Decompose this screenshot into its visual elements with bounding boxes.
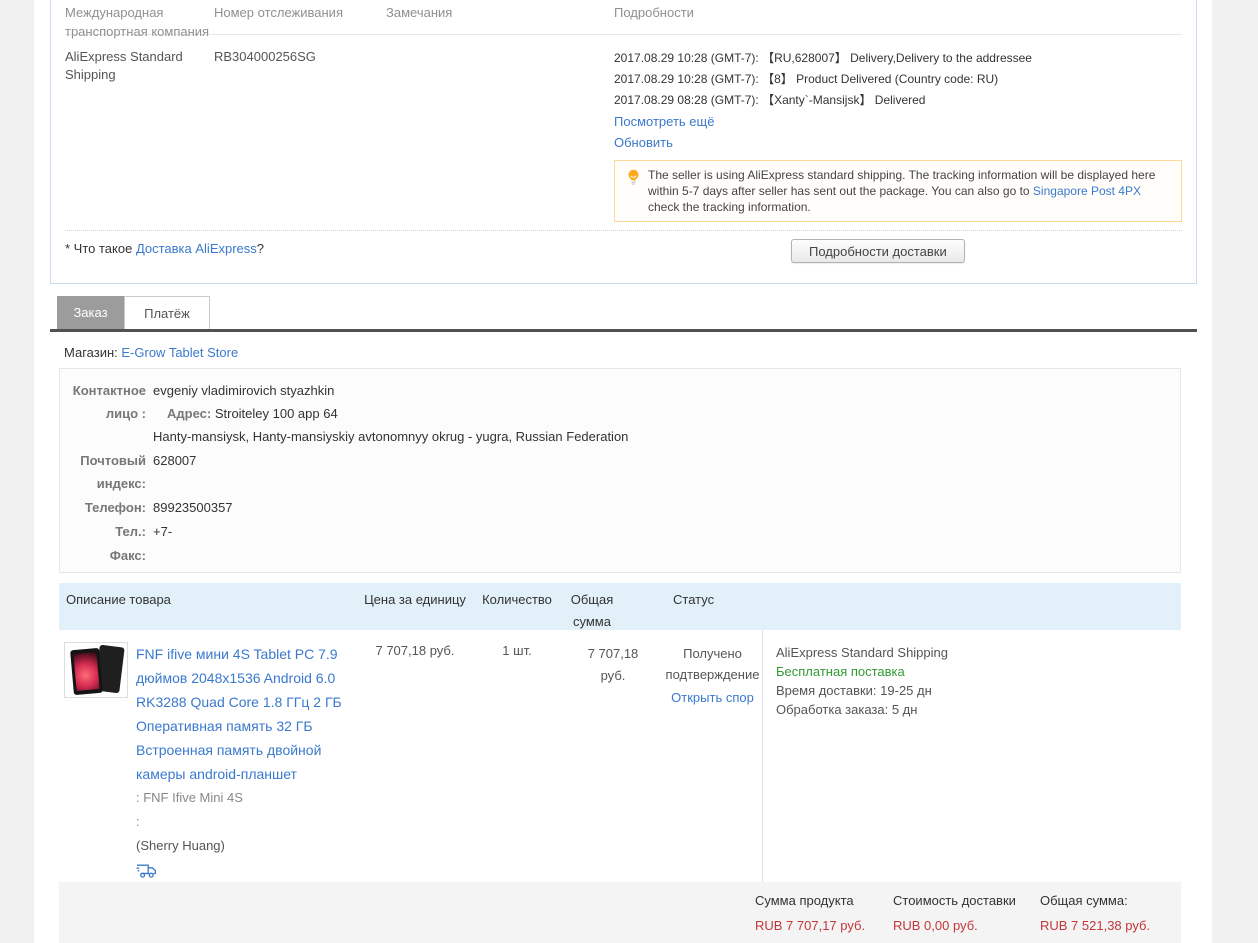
refresh-link[interactable]: Обновить bbox=[614, 132, 1182, 153]
header-unit-price: Цена за единицу bbox=[364, 592, 466, 607]
product-colon: : bbox=[136, 814, 140, 829]
delivery-time: Время доставки: 19-25 дн bbox=[776, 683, 932, 698]
unit-price-cell: 7 707,18 руб. bbox=[375, 643, 455, 658]
order-items-table: Описание товара Цена за единицу Количест… bbox=[59, 583, 1181, 943]
shipping-cost-total: Стоимость доставки RUB 0,00 руб. bbox=[893, 893, 1040, 943]
phone-value: 89923500357 bbox=[153, 500, 233, 515]
shipping-cost-label: Стоимость доставки bbox=[893, 893, 1016, 908]
order-detail-page: Международная транспортная компания Номе… bbox=[34, 0, 1212, 943]
grand-total-label: Общая сумма: bbox=[1040, 893, 1128, 908]
fax-value bbox=[153, 544, 1180, 567]
notice-text-after: check the tracking information. bbox=[648, 200, 811, 214]
shipping-notice: The seller is using AliExpress standard … bbox=[614, 160, 1182, 222]
header-quantity: Количество bbox=[482, 592, 552, 607]
product-description-cell: FNF ifive мини 4S Tablet PC 7.9 дюймов 2… bbox=[59, 630, 359, 882]
product-amount-label: Сумма продукта bbox=[755, 893, 854, 908]
tracking-number: RB304000256SG bbox=[214, 49, 316, 64]
total-price-cell: 7 707,18 руб. bbox=[563, 630, 663, 882]
zip-value: 628007 bbox=[153, 453, 197, 468]
order-item-row: FNF ifive мини 4S Tablet PC 7.9 дюймов 2… bbox=[59, 630, 1181, 882]
header-remarks: Замечания bbox=[386, 5, 453, 20]
address-line1: Адрес: Stroiteley 100 app 64 bbox=[153, 402, 1180, 425]
shipping-notice-text: The seller is using AliExpress standard … bbox=[648, 167, 1167, 215]
free-shipping-badge: Бесплатная поставка bbox=[776, 664, 905, 679]
product-amount-total: Сумма продукта RUB 7 707,17 руб. bbox=[755, 893, 893, 943]
tracking-event: 2017.08.29 08:28 (GMT-7): 【Xanty`-Mansij… bbox=[614, 93, 926, 107]
see-more-link[interactable]: Посмотреть ещё bbox=[614, 111, 1182, 132]
tracking-footer: * Что такое Доставка AliExpress? Подробн… bbox=[65, 231, 1182, 286]
lightbulb-icon bbox=[627, 169, 640, 190]
tab-payment[interactable]: Платёж bbox=[124, 296, 210, 329]
contact-name: evgeniy vladimirovich styazhkin bbox=[153, 383, 335, 398]
store-link[interactable]: E-Grow Tablet Store bbox=[121, 345, 238, 360]
tracking-table-header: Международная транспортная компания Номе… bbox=[65, 0, 1182, 39]
order-totals-row: Сумма продукта RUB 7 707,17 руб. Стоимос… bbox=[59, 882, 1181, 943]
aliexpress-shipping-link[interactable]: Доставка AliExpress bbox=[136, 241, 257, 256]
open-dispute-link[interactable]: Открыть спор bbox=[663, 687, 762, 708]
tracking-section: Международная транспортная компания Номе… bbox=[50, 0, 1197, 284]
header-shipping-spacer bbox=[762, 589, 1181, 630]
grand-total: Общая сумма: RUB 7 521,38 руб. bbox=[1040, 893, 1181, 943]
product-info: FNF ifive мини 4S Tablet PC 7.9 дюймов 2… bbox=[136, 642, 359, 882]
tablet-front-image bbox=[70, 647, 103, 696]
address-line2: Hanty-mansiysk, Hanty-mansiyskiy avtonom… bbox=[153, 429, 629, 444]
tel-label: Тел.: bbox=[115, 524, 146, 539]
product-variant: : FNF Ifive Mini 4S bbox=[136, 790, 243, 805]
status-cell: Получено подтверждение Открыть спор bbox=[663, 630, 762, 882]
shipping-details-button[interactable]: Подробности доставки bbox=[791, 239, 965, 263]
shipping-method: AliExpress Standard Shipping bbox=[776, 645, 948, 660]
zip-label: Почтовый индекс: bbox=[80, 453, 146, 491]
fax-label: Факс: bbox=[109, 548, 146, 563]
header-status: Статус bbox=[673, 592, 715, 607]
header-carrier: Международная транспортная компания bbox=[65, 5, 210, 39]
phone-label: Телефон: bbox=[84, 500, 146, 515]
product-thumbnail[interactable] bbox=[64, 642, 128, 698]
carrier-name: AliExpress Standard Shipping bbox=[65, 49, 183, 82]
header-total: Общая сумма bbox=[563, 589, 663, 630]
tracking-event: 2017.08.29 10:28 (GMT-7): 【RU,628007】 De… bbox=[614, 51, 1032, 65]
tab-order[interactable]: Заказ bbox=[57, 296, 124, 329]
shipping-cost-value: RUB 0,00 руб. bbox=[893, 918, 978, 933]
processing-time: Обработка заказа: 5 дн bbox=[776, 702, 918, 717]
tabbar-underline bbox=[50, 329, 1197, 332]
total-price-value: 7 707,18 руб. bbox=[587, 646, 639, 683]
contact-person-value: evgeniy vladimirovich styazhkin Адрес: S… bbox=[153, 379, 1180, 448]
tablet-screen-image bbox=[73, 652, 100, 691]
footnote-prefix: * Что такое bbox=[65, 241, 136, 256]
product-seller: (Sherry Huang) bbox=[136, 838, 225, 853]
quantity-cell: 1 шт. bbox=[502, 643, 532, 658]
tel-value: +7- bbox=[153, 524, 173, 539]
header-description: Описание товара bbox=[66, 592, 171, 607]
product-amount-value: RUB 7 707,17 руб. bbox=[755, 918, 866, 933]
order-status-text: Получено подтверждение bbox=[665, 646, 760, 682]
order-table-header: Описание товара Цена за единицу Количест… bbox=[59, 583, 1181, 630]
store-line: Магазин: E-Grow Tablet Store bbox=[64, 345, 1212, 361]
address1-value: Stroiteley 100 app 64 bbox=[214, 406, 338, 421]
tracking-details-cell: 2017.08.29 10:28 (GMT-7): 【RU,628007】 De… bbox=[614, 48, 1182, 222]
header-details: Подробности bbox=[614, 5, 694, 20]
tracking-event: 2017.08.29 10:28 (GMT-7): 【8】 Product De… bbox=[614, 72, 999, 86]
shipping-info-cell: AliExpress Standard Shipping Бесплатная … bbox=[762, 630, 1181, 882]
contact-info-box: Контактное лицо : evgeniy vladimirovich … bbox=[59, 368, 1181, 573]
tracking-table-row: AliExpress Standard Shipping RB304000256… bbox=[65, 35, 1182, 222]
footnote-suffix: ? bbox=[256, 241, 265, 256]
singapore-post-link[interactable]: Singapore Post 4PX bbox=[1033, 184, 1141, 198]
shipping-truck-icon[interactable] bbox=[136, 863, 157, 882]
grand-total-value: RUB 7 521,38 руб. bbox=[1040, 918, 1151, 933]
address-label: Адрес: bbox=[167, 406, 212, 421]
header-total-label: Общая сумма bbox=[570, 592, 614, 629]
contact-person-label: Контактное лицо : bbox=[72, 383, 146, 421]
header-tracking-number: Номер отслеживания bbox=[214, 5, 343, 20]
remarks-cell bbox=[386, 48, 614, 222]
store-label: Магазин: bbox=[64, 345, 118, 360]
product-title-link[interactable]: FNF ifive мини 4S Tablet PC 7.9 дюймов 2… bbox=[136, 642, 359, 786]
footnote: * Что такое Доставка AliExpress? bbox=[65, 241, 1182, 256]
order-tabs: Заказ Платёж bbox=[57, 296, 1212, 329]
